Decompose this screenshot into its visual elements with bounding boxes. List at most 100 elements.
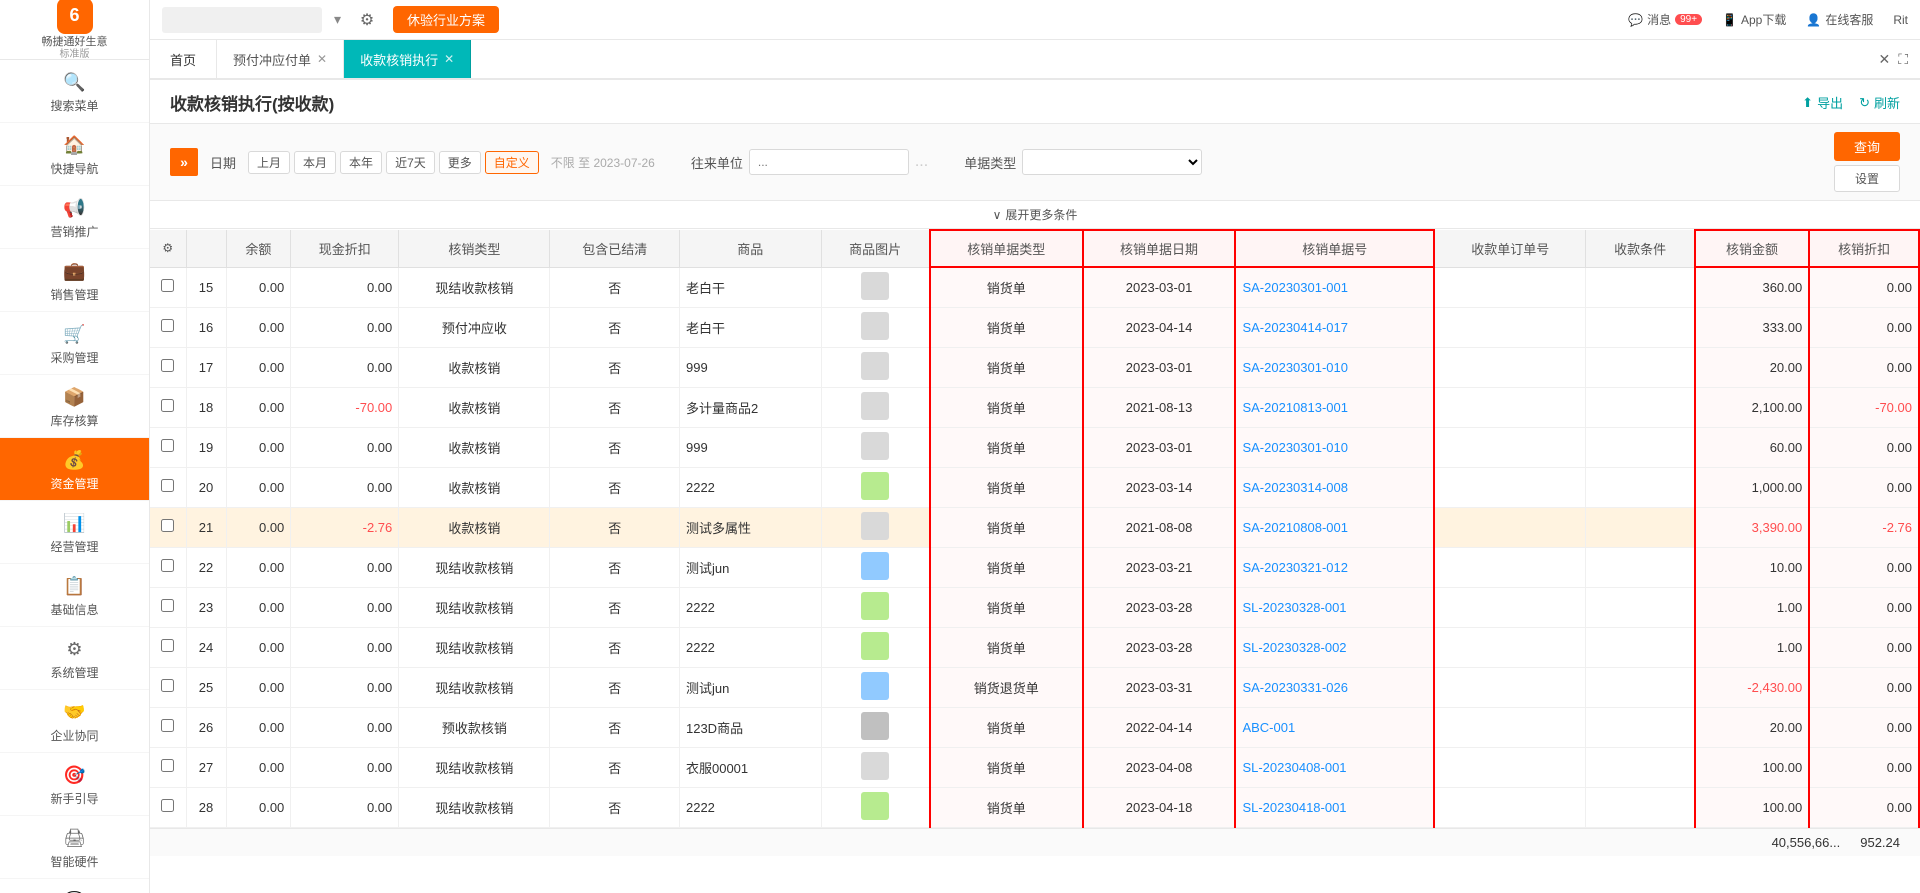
cell-gear[interactable] (150, 467, 186, 507)
col-balance-header: 余额 (226, 230, 291, 267)
wo-doc-no-link[interactable]: SL-20230328-001 (1242, 600, 1346, 615)
export-button[interactable]: ⬆ 导出 (1802, 93, 1843, 112)
sidebar-item-operations[interactable]: 📊 经营管理 (0, 501, 149, 564)
tab-home[interactable]: 首页 (150, 40, 217, 78)
cell-gear[interactable] (150, 787, 186, 827)
sidebar-item-search[interactable]: 🔍 搜索菜单 (0, 60, 149, 123)
wo-doc-no-link[interactable]: SA-20230414-017 (1242, 320, 1348, 335)
cell-gear[interactable] (150, 267, 186, 307)
tab-expand-icon[interactable]: ⛶ (1898, 51, 1908, 68)
wo-doc-no-link[interactable]: SL-20230328-002 (1242, 640, 1346, 655)
row-checkbox[interactable] (161, 759, 174, 772)
filter-row: » 日期 上月 本月 本年 近7天 更多 自定义 不限 至 2023-07-26… (170, 132, 1900, 192)
row-checkbox[interactable] (161, 719, 174, 732)
settings-gear-icon[interactable]: ⚙ (353, 6, 381, 34)
query-button[interactable]: 查询 (1834, 132, 1900, 161)
sidebar-item-system[interactable]: ⚙ 系统管理 (0, 627, 149, 690)
cell-gear[interactable] (150, 707, 186, 747)
online-service-button[interactable]: 👤 在线客服 (1806, 11, 1873, 28)
date-last-month-btn[interactable]: 上月 (248, 151, 290, 174)
wo-doc-no-link[interactable]: SL-20230408-001 (1242, 760, 1346, 775)
cell-gear[interactable] (150, 507, 186, 547)
wo-doc-no-link[interactable]: SA-20230301-001 (1242, 280, 1348, 295)
cell-wo-amount: 333.00 (1695, 307, 1809, 347)
cell-receipt-condition (1586, 547, 1695, 587)
top-dropdown[interactable]: ▾ (334, 11, 341, 28)
cell-wo-doc-type: 销货单 (930, 307, 1083, 347)
row-checkbox[interactable] (161, 439, 174, 452)
row-checkbox[interactable] (161, 679, 174, 692)
row-checkbox[interactable] (161, 359, 174, 372)
table-row: 19 0.00 0.00 收款核销 否 999 销货单 2023-03-01 S… (150, 427, 1919, 467)
wo-doc-no-link[interactable]: SA-20230331-026 (1242, 680, 1348, 695)
sidebar-item-inventory[interactable]: 📦 库存核算 (0, 375, 149, 438)
row-checkbox[interactable] (161, 319, 174, 332)
sidebar-item-sales[interactable]: 💼 销售管理 (0, 249, 149, 312)
row-checkbox[interactable] (161, 799, 174, 812)
tab-prepay-close-icon[interactable]: ✕ (317, 52, 327, 66)
product-thumbnail (861, 272, 889, 300)
date-custom-btn[interactable]: 自定义 (485, 151, 539, 174)
wo-doc-no-link[interactable]: ABC-001 (1242, 720, 1295, 735)
partner-input[interactable] (749, 149, 909, 175)
date-this-year-btn[interactable]: 本年 (340, 151, 382, 174)
cell-include-settled: 否 (550, 587, 680, 627)
wo-doc-no-link[interactable]: SA-20210808-001 (1242, 520, 1348, 535)
cell-gear[interactable] (150, 347, 186, 387)
wo-doc-no-link[interactable]: SL-20230418-001 (1242, 800, 1346, 815)
doc-type-select[interactable] (1022, 149, 1202, 175)
sidebar-item-smart-hw[interactable]: 🖨 智能硬件 (0, 816, 149, 879)
cell-wo-doc-type: 销货单 (930, 547, 1083, 587)
setting-button[interactable]: 设置 (1834, 165, 1900, 192)
date-7days-btn[interactable]: 近7天 (386, 151, 435, 174)
wo-doc-no-link[interactable]: SA-20230314-008 (1242, 480, 1348, 495)
refresh-button[interactable]: ↻ 刷新 (1859, 93, 1900, 112)
cell-product: 测试jun (679, 667, 821, 707)
wo-doc-no-link[interactable]: SA-20230301-010 (1242, 440, 1348, 455)
sidebar-item-newbie[interactable]: 🎯 新手引导 (0, 753, 149, 816)
app-download-button[interactable]: 📱 App下载 (1722, 11, 1786, 28)
date-this-month-btn[interactable]: 本月 (294, 151, 336, 174)
sidebar-item-purchase[interactable]: 🛒 采购管理 (0, 312, 149, 375)
cell-gear[interactable] (150, 307, 186, 347)
expand-conditions[interactable]: ∨ 展开更多条件 (150, 201, 1920, 229)
cell-gear[interactable] (150, 627, 186, 667)
row-checkbox[interactable] (161, 519, 174, 532)
row-checkbox[interactable] (161, 479, 174, 492)
cell-gear[interactable] (150, 547, 186, 587)
sidebar-item-base-info[interactable]: 📋 基础信息 (0, 564, 149, 627)
cell-gear[interactable] (150, 427, 186, 467)
messages-button[interactable]: 💬 消息 99+ (1628, 11, 1702, 28)
row-checkbox[interactable] (161, 279, 174, 292)
tab-prepay[interactable]: 预付冲应付单 ✕ (217, 40, 344, 78)
col-gear[interactable]: ⚙ (150, 230, 186, 267)
tab-collect[interactable]: 收款核销执行 ✕ (344, 40, 471, 78)
date-more-btn[interactable]: 更多 (439, 151, 481, 174)
smart-hw-icon: 🖨 (63, 828, 86, 849)
cell-gear[interactable] (150, 587, 186, 627)
cell-gear[interactable] (150, 387, 186, 427)
sidebar-item-wechat[interactable]: 💬 企业微信 (0, 879, 149, 893)
table-row: 26 0.00 0.00 预收款核销 否 123D商品 销货单 2022-04-… (150, 707, 1919, 747)
row-checkbox[interactable] (161, 559, 174, 572)
wo-doc-no-link[interactable]: SA-20210813-001 (1242, 400, 1348, 415)
cell-gear[interactable] (150, 667, 186, 707)
cell-gear[interactable] (150, 747, 186, 787)
tab-minimize-icon[interactable]: ✕ (1878, 51, 1890, 68)
filter-toggle-button[interactable]: » (170, 148, 198, 176)
table-wrapper[interactable]: ⚙ 余额 现金折扣 核销类型 包含已结清 商品 商品图片 核销单据类型 核销单据… (150, 229, 1920, 893)
solution-button[interactable]: 休验行业方案 (393, 6, 499, 33)
wo-doc-no-link[interactable]: SA-20230301-010 (1242, 360, 1348, 375)
cell-product-img (821, 747, 930, 787)
wo-doc-no-link[interactable]: SA-20230321-012 (1242, 560, 1348, 575)
sidebar-item-quick-nav[interactable]: 🏠 快捷导航 (0, 123, 149, 186)
row-checkbox[interactable] (161, 399, 174, 412)
cell-wo-doc-date: 2021-08-08 (1083, 507, 1236, 547)
row-checkbox[interactable] (161, 599, 174, 612)
sidebar-item-marketing[interactable]: 📢 营销推广 (0, 186, 149, 249)
tab-collect-close-icon[interactable]: ✕ (444, 52, 454, 66)
sidebar-item-finance[interactable]: 💰 资金管理 (0, 438, 149, 501)
row-checkbox[interactable] (161, 639, 174, 652)
sidebar-item-corp[interactable]: 🤝 企业协同 (0, 690, 149, 753)
cell-write-off-type: 收款核销 (399, 467, 550, 507)
